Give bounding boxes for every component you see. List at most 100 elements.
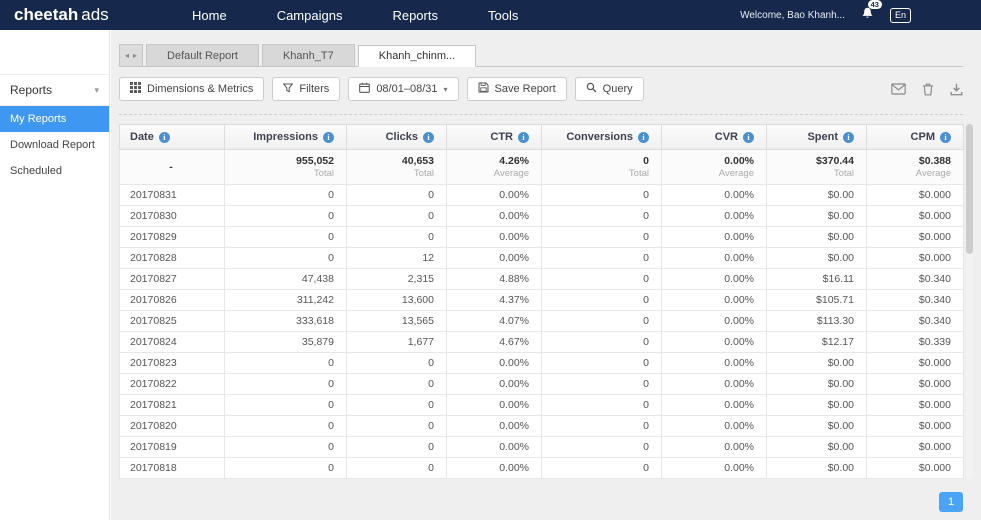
- table-cell: $113.30: [766, 310, 867, 332]
- sidebar-item-my-reports[interactable]: My Reports: [0, 106, 109, 132]
- table-cell: 47,438: [224, 268, 347, 290]
- sidebar-item-scheduled[interactable]: Scheduled: [0, 158, 109, 184]
- dashed-separator: [119, 114, 963, 115]
- notifications-button[interactable]: 43: [861, 0, 882, 25]
- table-cell: $0.339: [866, 331, 964, 353]
- tab-default-report[interactable]: Default Report: [146, 44, 259, 66]
- query-button[interactable]: Query: [574, 77, 644, 101]
- report-tabs: ◂ ▸ Default Report Khanh_T7 Khanh_chinm.…: [119, 44, 963, 67]
- language-selector[interactable]: En: [889, 7, 911, 23]
- column-header-clicks[interactable]: Clicks i: [346, 124, 447, 150]
- table-cell: 0.00%: [661, 310, 767, 332]
- column-label: Conversions: [566, 131, 633, 143]
- column-label: Spent: [807, 131, 838, 143]
- column-label: CVR: [714, 131, 738, 143]
- table-cell: 0: [224, 247, 347, 269]
- table-cell: 0: [346, 226, 447, 248]
- info-icon[interactable]: i: [323, 132, 334, 143]
- table-cell: $0.000: [866, 247, 964, 269]
- page-1-button[interactable]: 1: [939, 492, 963, 512]
- column-header-impressions[interactable]: Impressions i: [224, 124, 347, 150]
- save-report-button[interactable]: Save Report: [466, 77, 567, 101]
- table-cell: $16.11: [766, 268, 867, 290]
- summary-row: -955,052 Total 40,653 Total 4.26% Average 0 Tot…: [119, 149, 964, 185]
- table-cell: $0.000: [866, 205, 964, 227]
- tab-khanh-chinm[interactable]: Khanh_chinm...: [357, 45, 477, 67]
- table-cell: 0: [541, 331, 662, 353]
- column-header-cpm[interactable]: CPM i: [866, 124, 964, 150]
- trash-icon[interactable]: [922, 83, 934, 96]
- table-cell: 1,677: [346, 331, 447, 353]
- top-navbar: cheetah ads Home Campaigns Reports Tools …: [0, 0, 981, 30]
- table-cell: $0.00: [766, 247, 867, 269]
- tab-khanh-t7[interactable]: Khanh_T7: [261, 44, 355, 66]
- dimensions-metrics-button[interactable]: Dimensions & Metrics: [119, 77, 265, 101]
- email-icon[interactable]: [891, 83, 906, 95]
- table-row: 20170818 0 0 0.00% 0 0.00% $0.00 $0.000: [119, 457, 964, 479]
- pagination: 1: [939, 492, 963, 512]
- table-row: 20170822 0 0 0.00% 0 0.00% $0.00 $0.000: [119, 373, 964, 395]
- table-row: 20170821 0 0 0.00% 0 0.00% $0.00 $0.000: [119, 394, 964, 416]
- table-cell: 2,315: [346, 268, 447, 290]
- column-header-spent[interactable]: Spent i: [766, 124, 867, 150]
- report-toolbar: Dimensions & Metrics Filters 08/01–08/31…: [119, 77, 963, 101]
- summary-cell: 955,052 Total: [224, 149, 347, 185]
- table-cell: 0: [541, 268, 662, 290]
- download-icon[interactable]: [950, 83, 963, 96]
- nav-item-campaigns[interactable]: Campaigns: [277, 8, 343, 23]
- table-cell: $0.000: [866, 394, 964, 416]
- nav-item-reports[interactable]: Reports: [392, 8, 438, 23]
- sidebar-item-download-report[interactable]: Download Report: [0, 132, 109, 158]
- date-range-button[interactable]: 08/01–08/31 ▾: [348, 77, 459, 101]
- table-cell: 0: [346, 205, 447, 227]
- info-icon[interactable]: i: [423, 132, 434, 143]
- save-report-label: Save Report: [494, 83, 556, 95]
- table-cell: $0.000: [866, 457, 964, 479]
- column-header-date[interactable]: Date i: [119, 124, 225, 150]
- table-cell: 0.00%: [446, 436, 542, 458]
- info-icon[interactable]: i: [638, 132, 649, 143]
- summary-cell: 40,653 Total: [346, 149, 447, 185]
- table-cell: 0: [541, 226, 662, 248]
- nav-item-home[interactable]: Home: [192, 8, 227, 23]
- tab-scroll-arrows[interactable]: ◂ ▸: [119, 44, 144, 66]
- table-cell: 20170829: [119, 226, 225, 248]
- table-row: 20170831 0 0 0.00% 0 0.00% $0.00 $0.000: [119, 184, 964, 206]
- column-header-conversions[interactable]: Conversions i: [541, 124, 662, 150]
- info-icon[interactable]: i: [743, 132, 754, 143]
- info-icon[interactable]: i: [158, 132, 170, 143]
- nav-item-tools[interactable]: Tools: [488, 8, 518, 23]
- info-icon[interactable]: i: [843, 132, 854, 143]
- table-cell: 20170828: [119, 247, 225, 269]
- table-cell: $0.000: [866, 436, 964, 458]
- filters-button[interactable]: Filters: [272, 77, 341, 101]
- table-cell: $105.71: [766, 289, 867, 311]
- info-icon[interactable]: i: [940, 132, 951, 143]
- filter-funnel-icon: [282, 82, 294, 96]
- tab-scroll-right-icon[interactable]: ▸: [133, 51, 137, 60]
- summary-cell: 4.26% Average: [446, 149, 542, 185]
- table-cell: 0.00%: [661, 373, 767, 395]
- column-header-ctr[interactable]: CTR i: [446, 124, 542, 150]
- table-cell: 0: [541, 289, 662, 311]
- info-icon[interactable]: i: [518, 132, 529, 143]
- table-cell: 12: [346, 247, 447, 269]
- sidebar-section-reports[interactable]: Reports ▾: [0, 74, 109, 106]
- table-cell: 0.00%: [446, 415, 542, 437]
- table-cell: 0.00%: [446, 205, 542, 227]
- table-cell: 0: [346, 352, 447, 374]
- logo-bold: cheetah: [14, 5, 79, 24]
- tab-scroll-left-icon[interactable]: ◂: [125, 51, 129, 60]
- column-header-cvr[interactable]: CVR i: [661, 124, 767, 150]
- vertical-scrollbar[interactable]: [966, 124, 973, 479]
- table-cell: 0.00%: [446, 457, 542, 479]
- table-cell: 20170826: [119, 289, 225, 311]
- table-cell: $0.00: [766, 205, 867, 227]
- welcome-user-menu[interactable]: Welcome, Bao Khanh...: [740, 10, 845, 21]
- table-cell: 0: [224, 415, 347, 437]
- app-logo[interactable]: cheetah ads: [14, 5, 144, 25]
- table-cell: 0: [224, 394, 347, 416]
- summary-cell: 0.00% Average: [661, 149, 767, 185]
- table-cell: $0.340: [866, 310, 964, 332]
- scrollbar-thumb[interactable]: [966, 124, 973, 254]
